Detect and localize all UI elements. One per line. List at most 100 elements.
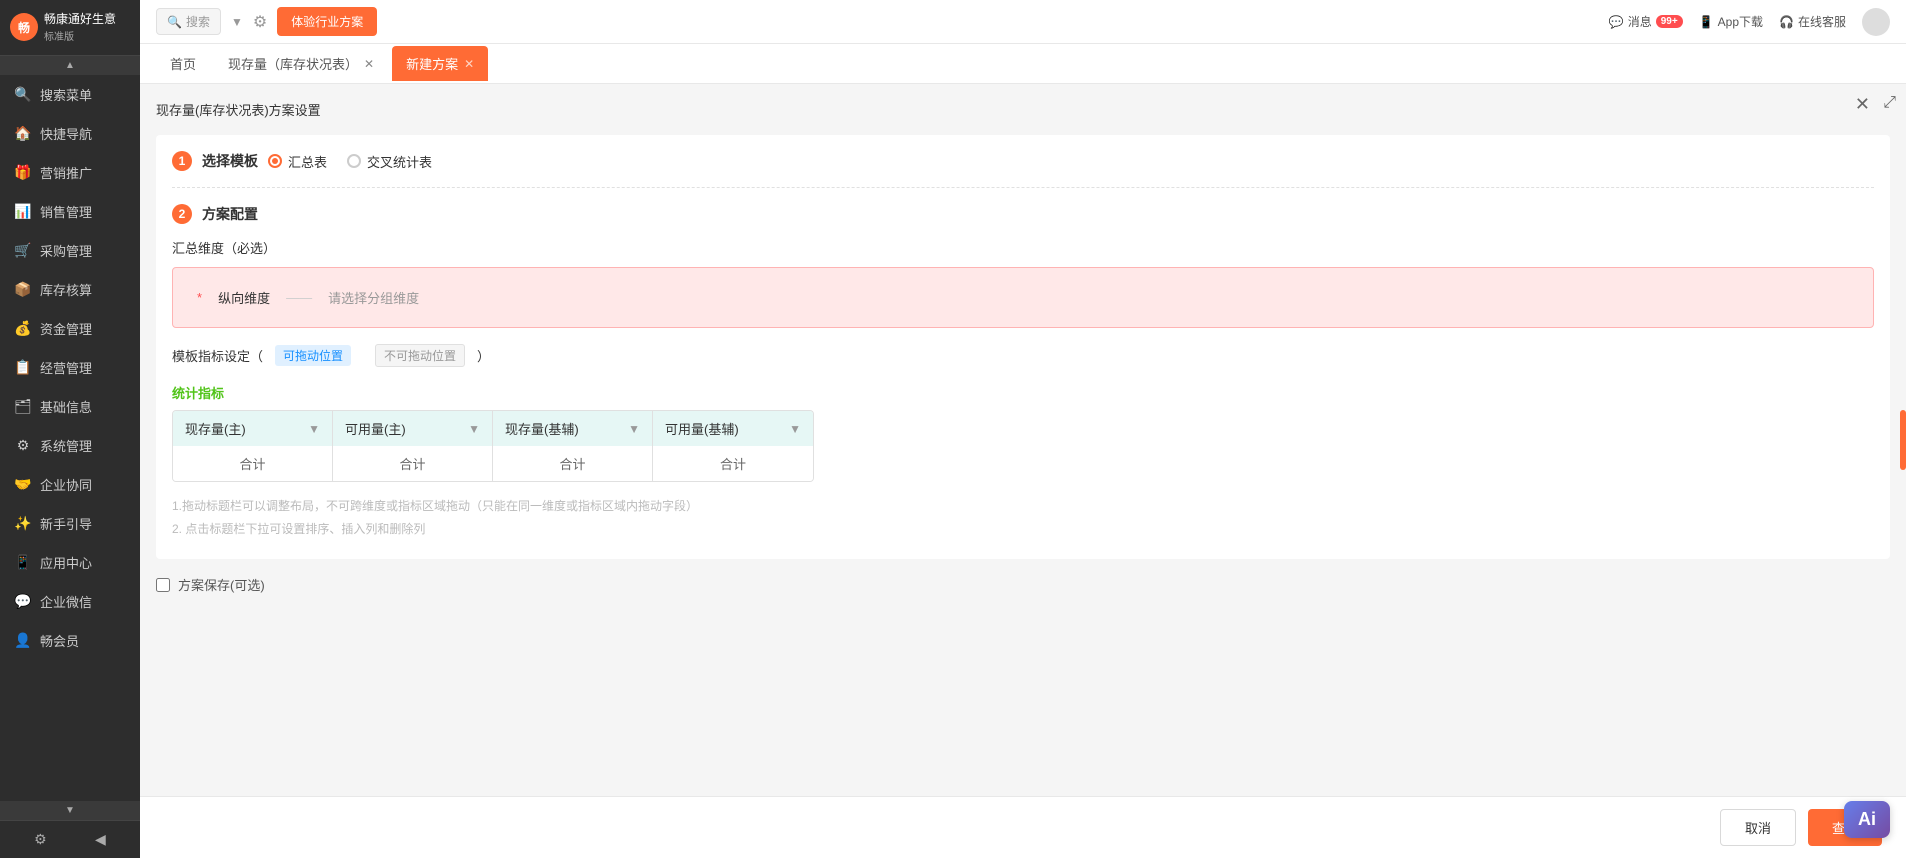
online-service-button[interactable]: 🎧 在线客服 bbox=[1779, 13, 1846, 30]
tab-home[interactable]: 首页 bbox=[156, 46, 210, 81]
template-radio-group: 汇总表 交叉统计表 bbox=[268, 152, 432, 171]
sidebar-item-wechat[interactable]: 💬 企业微信 bbox=[0, 582, 140, 621]
col-arrow-2[interactable]: ▼ bbox=[628, 422, 640, 436]
sidebar-item-new-guide[interactable]: ✨ 新手引导 bbox=[0, 504, 140, 543]
step1-divider bbox=[172, 187, 1874, 188]
save-checkbox[interactable] bbox=[156, 578, 170, 592]
sidebar-item-finance[interactable]: 💰 资金管理 bbox=[0, 309, 140, 348]
sidebar-item-system[interactable]: ⚙ 系统管理 bbox=[0, 426, 140, 465]
stats-col-header-1[interactable]: 可用量(主) ▼ bbox=[333, 411, 493, 446]
sidebar-item-label: 基础信息 bbox=[40, 397, 92, 416]
tab-home-label: 首页 bbox=[170, 54, 196, 73]
sidebar-item-purchase[interactable]: 🛒 采购管理 bbox=[0, 231, 140, 270]
member-icon: 👤 bbox=[14, 631, 32, 649]
ai-badge[interactable]: Ai bbox=[1844, 801, 1890, 838]
radio-summary-label: 汇总表 bbox=[288, 152, 327, 171]
radio-cross-dot bbox=[347, 154, 361, 168]
draggable-badge: 可拖动位置 bbox=[275, 345, 351, 366]
col-arrow-3[interactable]: ▼ bbox=[789, 422, 801, 436]
topbar-search-box[interactable]: 🔍 搜索 bbox=[156, 8, 221, 35]
topbar-left: 🔍 搜索 ▼ ⚙ 体验行业方案 bbox=[156, 7, 377, 36]
step1-title: 选择模板 bbox=[202, 151, 258, 171]
tab-new-plan-close-icon[interactable]: ✕ bbox=[464, 57, 474, 71]
sidebar-item-quick-nav[interactable]: 🏠 快捷导航 bbox=[0, 114, 140, 153]
topbar: 🔍 搜索 ▼ ⚙ 体验行业方案 💬 消息 99+ 📱 App下载 🎧 在线客服 bbox=[140, 0, 1906, 44]
dimension-separator: —— bbox=[286, 290, 312, 305]
step1-badge: 1 bbox=[172, 151, 192, 171]
sidebar-item-search-menu[interactable]: 🔍 搜索菜单 bbox=[0, 75, 140, 114]
scroll-indicator bbox=[1900, 410, 1906, 470]
sidebar-nav: 🔍 搜索菜单 🏠 快捷导航 🎁 营销推广 📊 销售管理 🛒 采购管理 📦 库存核… bbox=[0, 75, 140, 801]
tab-inventory-close-icon[interactable]: ✕ bbox=[364, 57, 374, 71]
indicator-settings-suffix: ） bbox=[477, 346, 490, 365]
system-icon: ⚙ bbox=[14, 436, 32, 454]
dimension-placeholder[interactable]: 请选择分组维度 bbox=[328, 288, 419, 307]
step2-row: 2 方案配置 bbox=[172, 204, 1874, 224]
sidebar-scroll-down[interactable]: ▼ bbox=[0, 801, 140, 820]
chevron-down-icon: ▼ bbox=[231, 15, 243, 29]
message-button[interactable]: 💬 消息 99+ bbox=[1609, 13, 1683, 30]
stats-col-value-3: 合计 bbox=[653, 446, 813, 481]
message-badge: 99+ bbox=[1656, 15, 1683, 28]
panel-expand-button[interactable]: ⤢ bbox=[1883, 94, 1896, 112]
stats-col-header-0[interactable]: 现存量(主) ▼ bbox=[173, 411, 333, 446]
save-checkbox-label: 方案保存(可选) bbox=[178, 575, 265, 594]
sidebar-item-label: 经营管理 bbox=[40, 358, 92, 377]
purchase-icon: 🛒 bbox=[14, 241, 32, 259]
step2-badge: 2 bbox=[172, 204, 192, 224]
stats-col-header-3[interactable]: 可用量(基辅) ▼ bbox=[653, 411, 813, 446]
logo-badge: 标准版 bbox=[44, 28, 116, 43]
tips-section: 1.拖动标题栏可以调整布局，不可跨维度或指标区域拖动（只能在同一维度或指标区域内… bbox=[172, 497, 1874, 539]
home-icon: 🏠 bbox=[14, 124, 32, 142]
content-area: ✕ ⤢ 现存量(库存状况表)方案设置 1 选择模板 汇总表 交叉统计表 bbox=[140, 84, 1906, 796]
search-text: 搜索 bbox=[186, 13, 210, 30]
step2-title: 方案配置 bbox=[202, 204, 258, 224]
sidebar-item-label: 快捷导航 bbox=[40, 124, 92, 143]
dimension-field-label: 纵向维度 bbox=[218, 288, 270, 307]
sidebar-item-label: 畅会员 bbox=[40, 631, 79, 650]
col-name-1: 可用量(主) bbox=[345, 419, 406, 438]
tab-new-plan[interactable]: 新建方案 ✕ bbox=[392, 46, 488, 81]
sales-icon: 📊 bbox=[14, 202, 32, 220]
user-avatar[interactable] bbox=[1862, 8, 1890, 36]
sidebar-item-management[interactable]: 📋 经营管理 bbox=[0, 348, 140, 387]
sidebar-item-app-center[interactable]: 📱 应用中心 bbox=[0, 543, 140, 582]
sidebar-item-member[interactable]: 👤 畅会员 bbox=[0, 621, 140, 660]
dimension-section-label: 汇总维度（必选） bbox=[172, 238, 1874, 257]
radio-cross[interactable]: 交叉统计表 bbox=[347, 152, 432, 171]
sidebar-footer: ⚙ ◀ bbox=[0, 820, 140, 858]
sidebar-item-label: 资金管理 bbox=[40, 319, 92, 338]
col-arrow-0[interactable]: ▼ bbox=[308, 422, 320, 436]
stats-col-value-2: 合计 bbox=[493, 446, 653, 481]
sidebar-item-basic-info[interactable]: 🗂 基础信息 bbox=[0, 387, 140, 426]
topbar-right: 💬 消息 99+ 📱 App下载 🎧 在线客服 bbox=[1609, 8, 1890, 36]
settings-button[interactable]: ⚙ bbox=[34, 831, 47, 848]
sidebar-scroll-up[interactable]: ▲ bbox=[0, 56, 140, 75]
col-arrow-1[interactable]: ▼ bbox=[468, 422, 480, 436]
panel-close-button[interactable]: ✕ bbox=[1855, 94, 1870, 115]
trial-industry-button[interactable]: 体验行业方案 bbox=[277, 7, 377, 36]
sidebar-item-cooperation[interactable]: 🤝 企业协同 bbox=[0, 465, 140, 504]
cancel-button[interactable]: 取消 bbox=[1720, 809, 1796, 846]
sidebar-item-label: 新手引导 bbox=[40, 514, 92, 533]
tip-1: 1.拖动标题栏可以调整布局，不可跨维度或指标区域拖动（只能在同一维度或指标区域内… bbox=[172, 497, 1874, 516]
sidebar-item-label: 库存核算 bbox=[40, 280, 92, 299]
stats-col-header-2[interactable]: 现存量(基辅) ▼ bbox=[493, 411, 653, 446]
settings-panel: 1 选择模板 汇总表 交叉统计表 2 方案配置 bbox=[156, 135, 1890, 559]
radio-summary[interactable]: 汇总表 bbox=[268, 152, 327, 171]
topbar-dropdown[interactable]: ▼ bbox=[231, 15, 243, 29]
sidebar-item-inventory[interactable]: 📦 库存核算 bbox=[0, 270, 140, 309]
app-download-button[interactable]: 📱 App下载 bbox=[1699, 13, 1763, 30]
topbar-gear-icon[interactable]: ⚙ bbox=[253, 12, 267, 32]
indicator-settings-row: 模板指标设定（ 可拖动位置 不可拖动位置 ） bbox=[172, 344, 1874, 367]
sidebar-logo: 畅 畅康通好生意 标准版 bbox=[0, 0, 140, 56]
tab-inventory-status[interactable]: 现存量（库存状况表） ✕ bbox=[214, 46, 388, 81]
sidebar-item-marketing[interactable]: 🎁 营销推广 bbox=[0, 153, 140, 192]
management-icon: 📋 bbox=[14, 358, 32, 376]
sidebar-item-sales[interactable]: 📊 销售管理 bbox=[0, 192, 140, 231]
gift-icon: 🎁 bbox=[14, 163, 32, 181]
save-row: 方案保存(可选) bbox=[156, 575, 1890, 594]
sidebar-item-label: 销售管理 bbox=[40, 202, 92, 221]
required-star: * bbox=[197, 290, 202, 305]
collapse-button[interactable]: ◀ bbox=[95, 831, 106, 848]
